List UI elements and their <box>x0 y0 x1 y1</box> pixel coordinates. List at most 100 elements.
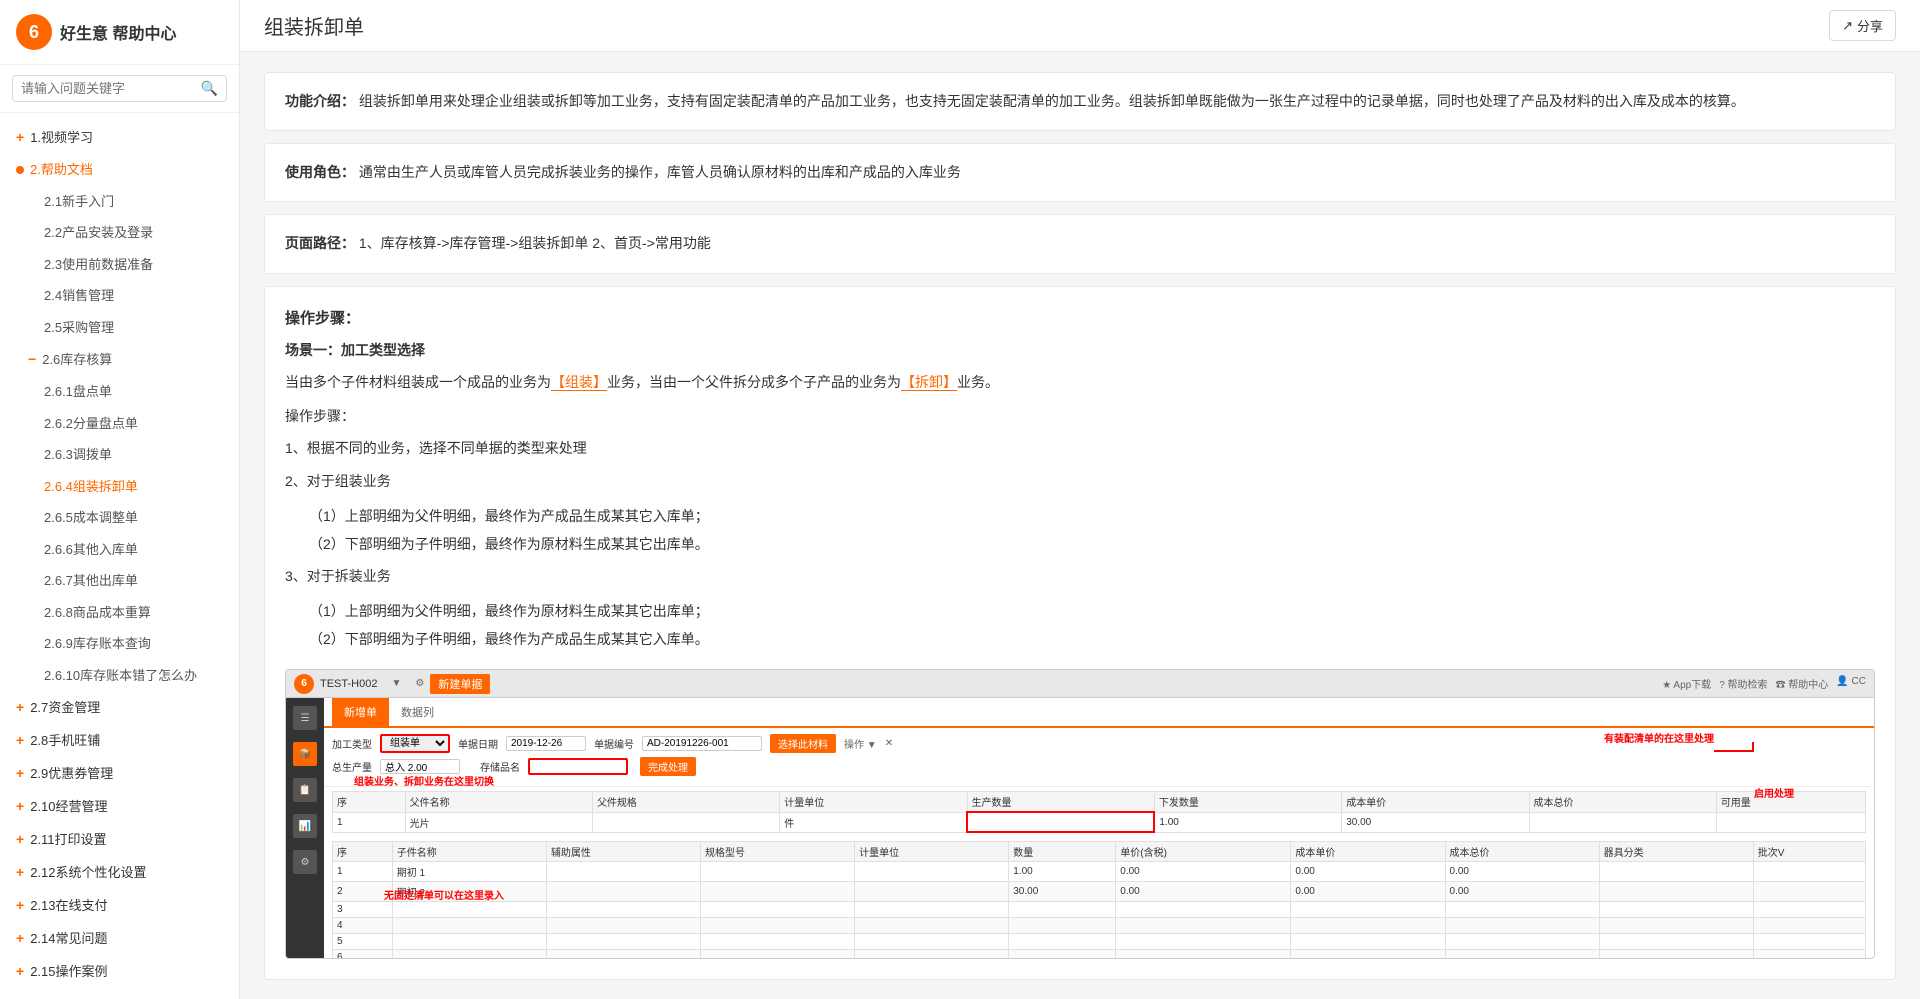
ss-upper-cell-2 <box>592 812 779 832</box>
ss-topbar-icons: ★ App下载 ? 帮助检索 ☎ 帮助中心 👤 CC <box>1662 676 1866 691</box>
sidebar-item-new[interactable]: 2.1新手入门 <box>0 186 239 218</box>
ss-dropdown-icon: ▼ <box>391 678 401 689</box>
ss-company: TEST-H002 <box>320 678 377 690</box>
ss-tabs: 新增单 数据列 <box>324 698 1874 728</box>
step3: 3、对于拆装业务 <box>285 564 1875 589</box>
expand-icon: + <box>16 763 24 784</box>
func-intro-text: 组装拆卸单用来处理企业组装或拆卸等加工业务，支持有固定装配清单的产品加工业务，也… <box>359 93 1745 109</box>
func-intro-block: 功能介绍： 组装拆卸单用来处理企业组装或拆卸等加工业务，支持有固定装配清单的产品… <box>264 72 1896 131</box>
nav-label: 2.6.10库存账本错了怎么办 <box>44 666 197 686</box>
screenshot-wrapper: 6 TEST-H002 ▼ ⚙ 新建单据 ★ App下载 ? 帮助检索 ☎ 帮助… <box>286 670 1874 958</box>
path-text: 1、库存核算->库存管理->组装拆卸单 2、首页->常用功能 <box>359 235 711 251</box>
sidebar-item-inv265[interactable]: 2.6.5成本调整单 <box>0 502 239 534</box>
ss-lower-th-0: 序 <box>333 842 393 862</box>
sidebar-item-purchase[interactable]: 2.5采购管理 <box>0 312 239 344</box>
ops-steps-sub: 操作步骤： <box>285 402 1875 430</box>
nav-label: 2.6.9库存账本查询 <box>44 634 151 654</box>
assemble-link[interactable]: 【组装】 <box>551 374 607 391</box>
expand-icon: + <box>16 697 24 718</box>
nav-label: 2.10经营管理 <box>30 797 107 817</box>
sidebar-item-sales[interactable]: 2.4销售管理 <box>0 280 239 312</box>
sidebar-item-install[interactable]: 2.2产品安装及登录 <box>0 217 239 249</box>
sidebar-item-online[interactable]: + 2.13在线支付 <box>0 889 239 922</box>
ss-type-dropdown[interactable]: 组装单 拆卸单 <box>380 734 450 753</box>
ss-upper-table-wrap: 序 父件名称 父件规格 计量单位 生产数量 下发数量 成本单价 <box>324 787 1874 837</box>
nav-label: 2.6.7其他出库单 <box>44 571 138 591</box>
nav-label: 2.9优惠券管理 <box>30 764 113 784</box>
search-icon[interactable]: 🔍 <box>201 80 218 97</box>
screenshot-container: 6 TEST-H002 ▼ ⚙ 新建单据 ★ App下载 ? 帮助检索 ☎ 帮助… <box>285 669 1875 959</box>
sidebar-item-inv267[interactable]: 2.6.7其他出库单 <box>0 565 239 597</box>
ss-num-input[interactable] <box>642 736 762 751</box>
path-label: 页面路径： <box>285 235 355 251</box>
nav-label: 2.帮助文档 <box>30 160 93 180</box>
ss-qty-input[interactable] <box>380 759 460 774</box>
ss-topbar: 6 TEST-H002 ▼ ⚙ 新建单据 ★ App下载 ? 帮助检索 ☎ 帮助… <box>286 670 1874 698</box>
ss-upper-cell-1: 光片 <box>405 812 592 832</box>
sidebar-item-finance[interactable]: + 2.7资金管理 <box>0 691 239 724</box>
ss-upper-cell-8 <box>1716 812 1865 832</box>
sidebar-item-video[interactable]: + 1.视频学习 <box>0 121 239 154</box>
sidebar-item-inv263[interactable]: 2.6.3调拨单 <box>0 439 239 471</box>
share-button[interactable]: ↗ 分享 <box>1829 10 1896 41</box>
sidebar-item-inv262[interactable]: 2.6.2分量盘点单 <box>0 408 239 440</box>
ss-lower-th-1: 子件名称 <box>392 842 546 862</box>
ss-storage-label: 存储品名 <box>480 759 520 774</box>
ss-form-area: 有装配清单的在这里处理 加工类型 组装单 拆卸单 单据日期 <box>324 728 1874 787</box>
share-label: 分享 <box>1857 16 1883 35</box>
sidebar-item-inv264[interactable]: 2.6.4组装拆卸单 <box>0 471 239 503</box>
nav-label: 2.6.4组装拆卸单 <box>44 477 138 497</box>
sidebar-item-mobile[interactable]: + 2.8手机旺铺 <box>0 724 239 757</box>
role-text: 通常由生产人员或库管人员完成拆装业务的操作，库管人员确认原材料的出库和产成品的入… <box>359 164 961 180</box>
ss-date-label: 单据日期 <box>458 736 498 751</box>
ss-app-icon: ★ App下载 <box>1662 676 1711 691</box>
ss-tab-new[interactable]: 新增单 <box>332 698 389 726</box>
ss-type-select: 加工类型 <box>332 736 372 751</box>
ss-close-icon[interactable]: ✕ <box>885 738 893 749</box>
search-box[interactable]: 🔍 <box>12 75 227 102</box>
ss-tab-data[interactable]: 数据列 <box>389 698 446 726</box>
ss-lower-row: 6 <box>333 950 1866 959</box>
sidebar-item-data[interactable]: 2.3使用前数据准备 <box>0 249 239 281</box>
func-intro-label: 功能介绍： <box>285 93 355 109</box>
ss-upper-th-4: 生产数量 <box>967 792 1154 813</box>
sidebar-item-docs[interactable]: 2.帮助文档 <box>0 154 239 186</box>
nav-label: 2.3使用前数据准备 <box>44 255 153 275</box>
sidebar-item-case[interactable]: + 2.15操作案例 <box>0 955 239 988</box>
ss-body: ☰ 📦 📋 📊 ⚙ 新增单 数据列 <box>286 698 1874 958</box>
role-label: 使用角色： <box>285 164 355 180</box>
expand-icon: + <box>16 862 24 883</box>
sidebar-item-faq[interactable]: + 2.14常见问题 <box>0 922 239 955</box>
ss-upper-row: 1 光片 件 1.00 30.00 <box>333 812 1866 832</box>
ss-confirm-btn[interactable]: 完成处理 <box>640 757 696 776</box>
sidebar-item-print[interactable]: + 2.11打印设置 <box>0 823 239 856</box>
ss-date-input[interactable] <box>506 736 586 751</box>
sidebar-item-inv261[interactable]: 2.6.1盘点单 <box>0 376 239 408</box>
sidebar-item-inv266[interactable]: 2.6.6其他入库单 <box>0 534 239 566</box>
ss-upper-th-0: 序 <box>333 792 406 813</box>
annotation-3: 启用处理 <box>1754 785 1794 800</box>
sidebar-item-inv268[interactable]: 2.6.8商品成本重算 <box>0 597 239 629</box>
sidebar-item-ops[interactable]: + 2.10经营管理 <box>0 790 239 823</box>
active-dot <box>16 166 24 174</box>
sidebar-item-coupon[interactable]: + 2.9优惠券管理 <box>0 757 239 790</box>
step3-sub1: （1）上部明细为父件明细，最终作为原材料生成某其它出库单； <box>285 597 1875 625</box>
ss-lower-row: 3 <box>333 902 1866 918</box>
sidebar-item-inv269[interactable]: 2.6.9库存账本查询 <box>0 628 239 660</box>
ss-process-btn[interactable]: 选择此材料 <box>770 734 836 753</box>
expand-icon: + <box>16 730 24 751</box>
search-input[interactable] <box>21 81 201 96</box>
sidebar-item-inventory[interactable]: − 2.6库存核算 <box>0 343 239 376</box>
sidebar-item-inv2610[interactable]: 2.6.10库存账本错了怎么办 <box>0 660 239 692</box>
ss-help-icon: ? 帮助检索 <box>1719 676 1767 691</box>
ss-upper-cell-7 <box>1529 812 1716 832</box>
path-block: 页面路径： 1、库存核算->库存管理->组装拆卸单 2、首页->常用功能 <box>264 214 1896 273</box>
sidebar-item-custom[interactable]: + 2.12系统个性化设置 <box>0 856 239 889</box>
ss-upper-cell-5: 1.00 <box>1154 812 1341 832</box>
ss-upper-th-2: 父件规格 <box>592 792 779 813</box>
disassemble-link[interactable]: 【拆卸】 <box>901 374 957 391</box>
ss-upper-cell-4 <box>967 812 1154 832</box>
nav-label: 2.14常见问题 <box>30 929 107 949</box>
ss-storage-input[interactable] <box>528 758 628 775</box>
ss-new-btn[interactable]: 新建单据 <box>430 674 490 694</box>
